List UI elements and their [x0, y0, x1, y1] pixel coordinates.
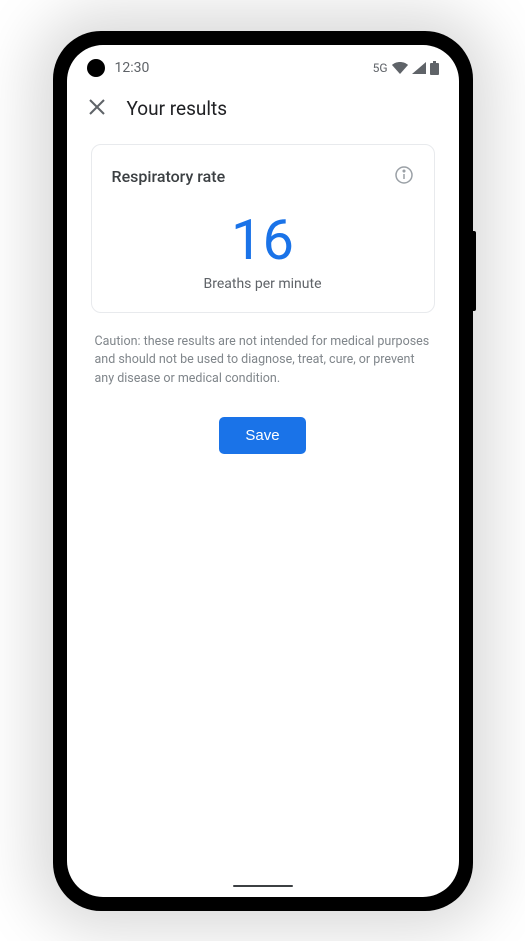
status-bar-left: 12:30	[87, 59, 150, 77]
info-icon	[394, 165, 414, 188]
power-button	[473, 231, 476, 311]
phone-screen: 12:30 5G	[67, 45, 459, 897]
status-bar: 12:30 5G	[67, 45, 459, 85]
signal-icon	[412, 62, 426, 74]
status-time: 12:30	[115, 60, 150, 76]
caution-text: Caution: these results are not intended …	[91, 333, 435, 389]
result-unit: Breaths per minute	[112, 276, 414, 292]
status-bar-right: 5G	[373, 61, 439, 75]
home-indicator[interactable]	[233, 885, 293, 887]
result-value: 16	[112, 212, 414, 268]
info-button[interactable]	[394, 165, 414, 188]
page-title: Your results	[127, 97, 228, 120]
content-area: Respiratory rate 16 Breaths per minute	[67, 136, 459, 462]
wifi-icon	[392, 62, 408, 74]
network-label: 5G	[373, 61, 388, 75]
result-card: Respiratory rate 16 Breaths per minute	[91, 144, 435, 313]
close-button[interactable]	[87, 97, 107, 120]
battery-icon	[430, 61, 439, 75]
close-icon	[87, 97, 107, 120]
camera-hole	[87, 59, 105, 77]
card-header: Respiratory rate	[112, 165, 414, 188]
card-title: Respiratory rate	[112, 167, 226, 186]
app-header: Your results	[67, 85, 459, 136]
save-button[interactable]: Save	[219, 417, 305, 454]
phone-frame: 12:30 5G	[53, 31, 473, 911]
